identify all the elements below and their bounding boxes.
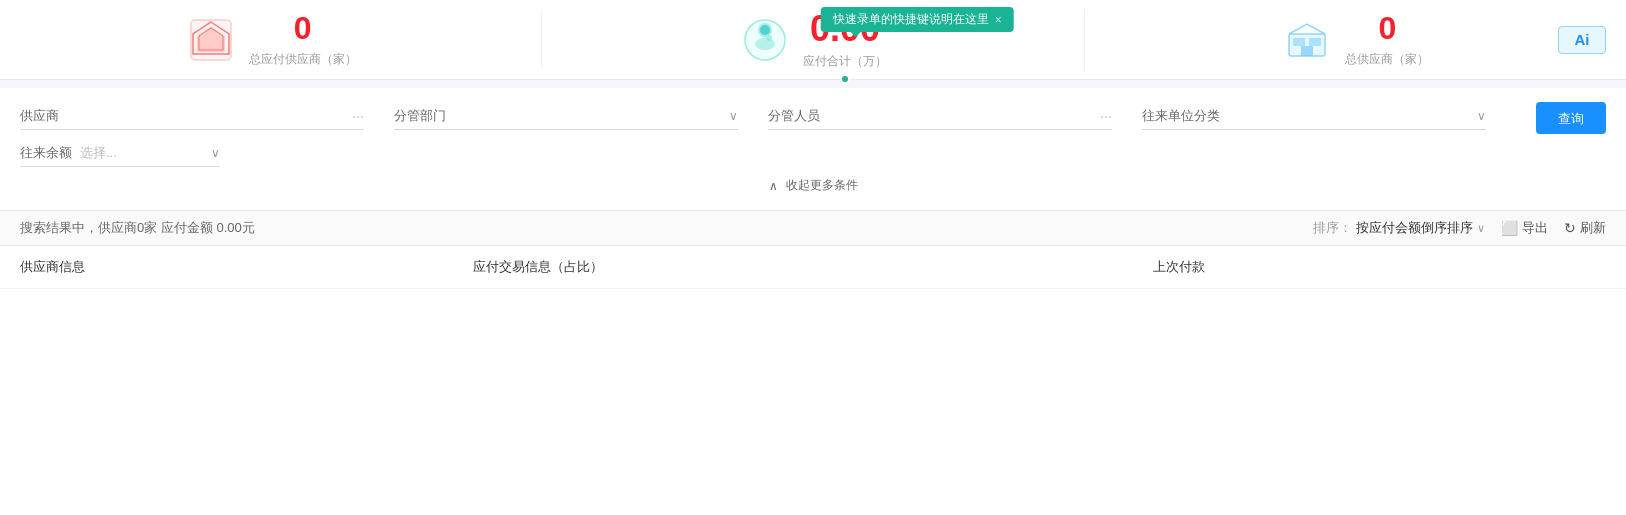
col-transaction-info: 应付交易信息（占比） — [473, 258, 1153, 276]
export-button[interactable]: ⬜ 导出 — [1501, 219, 1548, 237]
sort-arrow-icon: ∨ — [1477, 222, 1485, 235]
total-suppliers-number: 0 — [1378, 11, 1396, 46]
total-suppliers-content: 0 总供应商（家） — [1345, 11, 1429, 67]
filter-department: 分管部门 ∨ — [394, 107, 738, 130]
tooltip-text: 快速录单的快捷键说明在这里 — [833, 11, 989, 28]
sort-value[interactable]: 按应付会额倒序排序 — [1356, 219, 1473, 237]
payable-total-label: 应付合计（万） — [803, 53, 887, 70]
department-label: 分管部门 — [394, 107, 446, 125]
balance-label: 往来余额 — [20, 144, 72, 162]
results-info: 搜索结果中，供应商0家 应付金额 0.00元 — [20, 219, 255, 237]
svg-point-7 — [760, 25, 770, 35]
results-bar: 搜索结果中，供应商0家 应付金额 0.00元 排序： 按应付会额倒序排序 ∨ ⬜… — [0, 211, 1626, 246]
supplier-label: 供应商 — [20, 107, 59, 125]
filter-balance: 往来余额 选择... ∨ — [20, 144, 220, 167]
filter-section: 供应商 ··· 分管部门 ∨ 分管人员 ··· 往来单位分类 ∨ 查询 往来余额… — [0, 88, 1626, 211]
balance-placeholder: 选择... — [80, 144, 207, 162]
tooltip-close-icon[interactable]: × — [995, 13, 1002, 27]
payable-suppliers-content: 0 总应付供应商（家） — [249, 11, 357, 67]
supplier-input[interactable] — [67, 108, 348, 123]
refresh-icon: ↻ — [1564, 220, 1576, 236]
payable-suppliers-number: 0 — [294, 11, 312, 46]
stat-total-suppliers: 0 总供应商（家） Ai — [1085, 11, 1626, 67]
refresh-label: 刷新 — [1580, 219, 1606, 237]
filter-row-2: 往来余额 选择... ∨ — [20, 144, 1606, 167]
filter-unit-class: 往来单位分类 ∨ — [1142, 107, 1486, 130]
person-label: 分管人员 — [768, 107, 820, 125]
tooltip-dot — [840, 74, 850, 84]
stats-bar: 0 总应付供应商（家） 0.00 应付合计（万） 快速录单的快捷键说明在这里 × — [0, 0, 1626, 80]
refresh-button[interactable]: ↻ 刷新 — [1564, 219, 1606, 237]
unit-class-input[interactable] — [1228, 108, 1473, 123]
svg-point-8 — [766, 35, 772, 41]
export-label: 导出 — [1522, 219, 1548, 237]
total-suppliers-icon — [1281, 14, 1333, 66]
svg-point-6 — [755, 38, 775, 50]
department-input[interactable] — [454, 108, 725, 123]
person-dots-icon[interactable]: ··· — [1100, 108, 1112, 124]
sort-control[interactable]: 排序： 按应付会额倒序排序 ∨ — [1313, 219, 1485, 237]
filter-person: 分管人员 ··· — [768, 107, 1112, 130]
total-suppliers-label: 总供应商（家） — [1345, 51, 1429, 68]
col-supplier-info: 供应商信息 — [20, 258, 473, 276]
sort-label: 排序： — [1313, 219, 1352, 237]
ai-badge[interactable]: Ai — [1558, 26, 1606, 54]
results-actions: 排序： 按应付会额倒序排序 ∨ ⬜ 导出 ↻ 刷新 — [1313, 219, 1606, 237]
collapse-button[interactable]: ∧ 收起更多条件 — [20, 171, 1606, 200]
stat-payable-suppliers: 0 总应付供应商（家） — [0, 11, 542, 67]
svg-rect-10 — [1293, 38, 1305, 46]
export-icon: ⬜ — [1501, 220, 1518, 236]
department-arrow-icon[interactable]: ∨ — [729, 109, 738, 123]
table-header: 供应商信息 应付交易信息（占比） 上次付款 — [0, 246, 1626, 289]
payable-suppliers-icon — [185, 14, 237, 66]
unit-class-arrow-icon[interactable]: ∨ — [1477, 109, 1486, 123]
filter-supplier: 供应商 ··· — [20, 107, 364, 130]
supplier-dots-icon[interactable]: ··· — [352, 108, 364, 124]
person-input[interactable] — [828, 108, 1096, 123]
collapse-arrow-icon: ∧ — [769, 179, 778, 193]
payable-suppliers-label: 总应付供应商（家） — [249, 51, 357, 68]
query-button[interactable]: 查询 — [1536, 102, 1606, 134]
svg-rect-11 — [1309, 38, 1321, 46]
unit-class-label: 往来单位分类 — [1142, 107, 1220, 125]
stat-payable-total: 0.00 应付合计（万） 快速录单的快捷键说明在这里 × — [542, 9, 1084, 70]
balance-arrow-icon[interactable]: ∨ — [211, 146, 220, 160]
svg-rect-12 — [1301, 46, 1313, 56]
col-last-payment: 上次付款 — [1153, 258, 1606, 276]
filter-row-1: 供应商 ··· 分管部门 ∨ 分管人员 ··· 往来单位分类 ∨ 查询 — [20, 102, 1606, 134]
collapse-label: 收起更多条件 — [786, 177, 858, 194]
payable-total-icon — [739, 14, 791, 66]
tooltip-bubble: 快速录单的快捷键说明在这里 × — [821, 7, 1014, 32]
table-body — [0, 289, 1626, 515]
